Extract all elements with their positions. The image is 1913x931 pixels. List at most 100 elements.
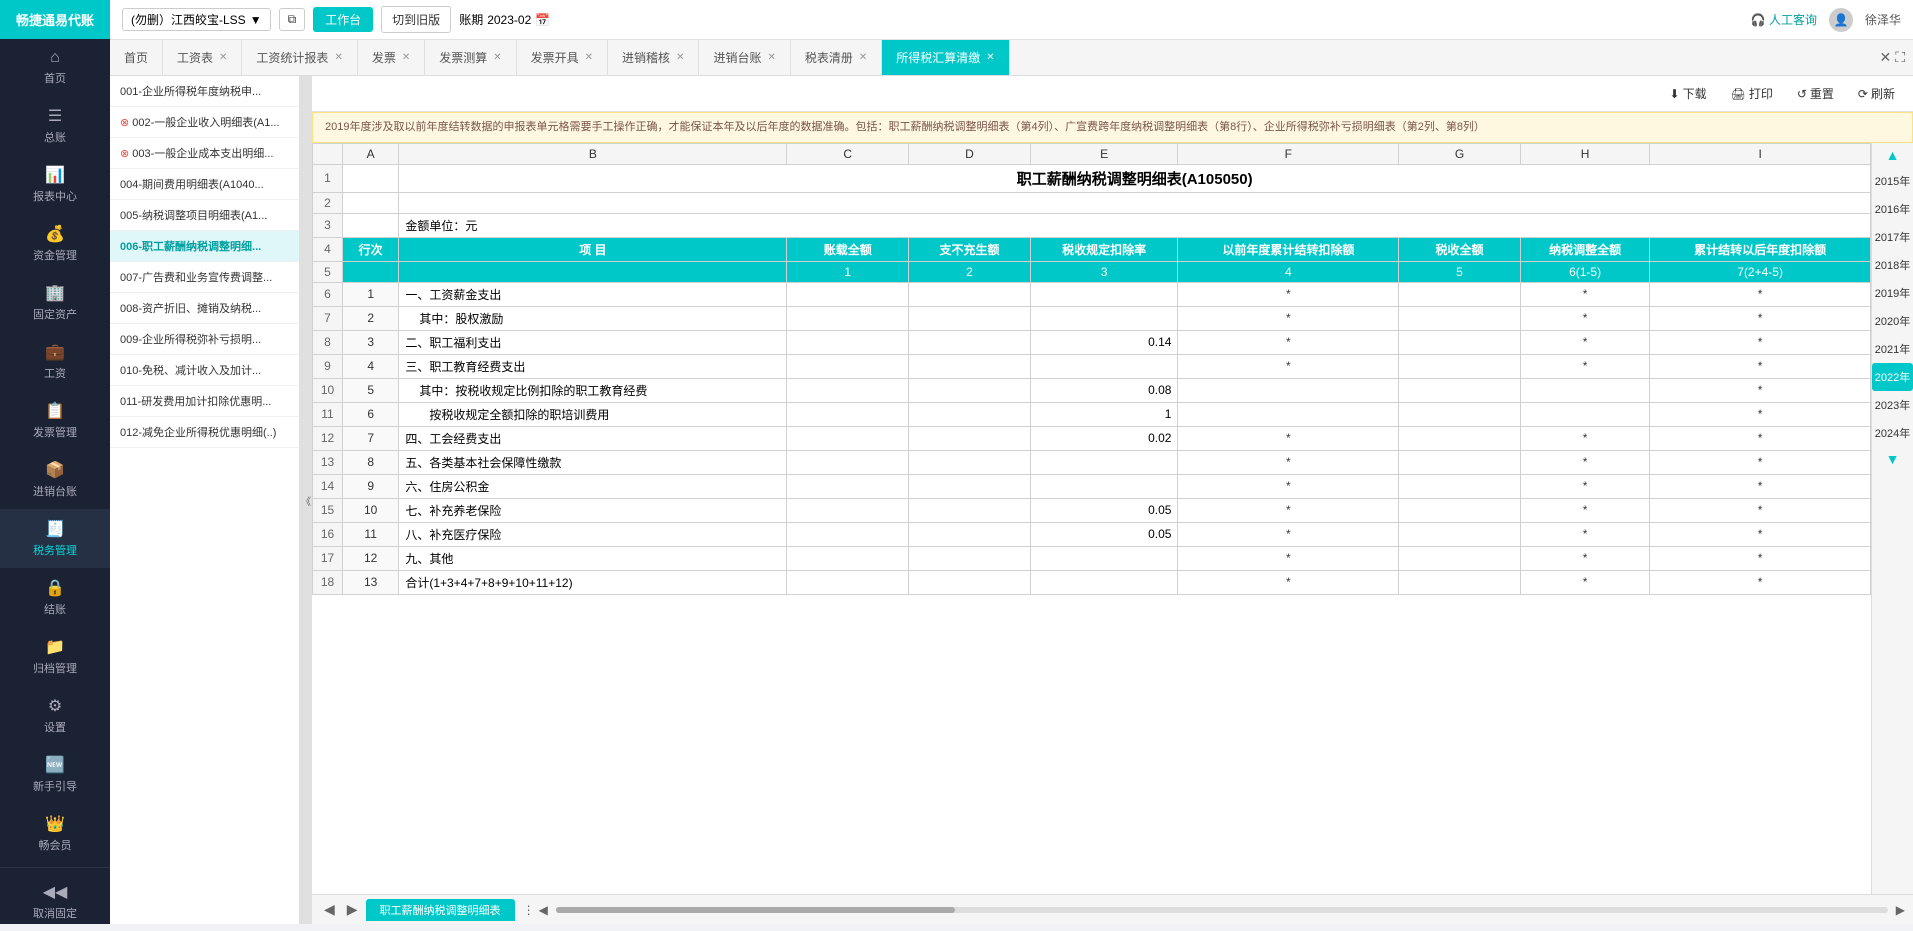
cell-i18[interactable]: * [1650,570,1871,594]
cell-f18[interactable]: * [1178,570,1399,594]
cell-c11[interactable] [787,402,909,426]
seq-16[interactable]: 11 [343,522,399,546]
cell-f13[interactable]: * [1178,450,1399,474]
cell-c7[interactable] [787,306,909,330]
sidebar-item-archive[interactable]: 📁 归档管理 [0,627,110,686]
cell-e14[interactable] [1030,474,1178,498]
tab-income-tax-close[interactable]: ✕ [986,52,994,63]
year-2015[interactable]: 2015年 [1872,167,1913,195]
print-button[interactable]: 🖨 打印 [1725,82,1779,105]
cell-d18[interactable] [909,570,1031,594]
spreadsheet-container[interactable]: A B C D E F G H I [312,143,1871,895]
tab-salary[interactable]: 工资表 ✕ [163,40,242,76]
cell-d15[interactable] [909,498,1031,522]
cell-g11[interactable] [1399,402,1521,426]
item-10[interactable]: 其中：按税收规定比例扣除的职工教育经费 [399,378,787,402]
year-up-button[interactable]: ▲ [1872,143,1913,167]
cell-i15[interactable]: * [1650,498,1871,522]
cell-c6[interactable] [787,282,909,306]
cell-e17[interactable] [1030,546,1178,570]
item-7[interactable]: 其中：股权激励 [399,306,787,330]
cell-b2-span[interactable] [399,192,1871,213]
item-12[interactable]: 四、工会经费支出 [399,426,787,450]
scroll-right-arrow[interactable]: ▶ [1896,903,1905,917]
cell-f6[interactable]: * [1178,282,1399,306]
tab-purchase-ledger-close[interactable]: ✕ [767,52,775,63]
tab-home[interactable]: 首页 [110,40,163,76]
cell-h16[interactable]: * [1520,522,1649,546]
tab-invoice-open[interactable]: 发票开具 ✕ [517,40,608,76]
sidebar-item-invoice-mgmt[interactable]: 📋 发票管理 [0,391,110,450]
cell-h9[interactable]: * [1520,354,1649,378]
year-2018[interactable]: 2018年 [1872,251,1913,279]
cell-e6[interactable] [1030,282,1178,306]
cell-g8[interactable] [1399,330,1521,354]
tab-invoice-close[interactable]: ✕ [402,52,410,63]
tab-salary-close[interactable]: ✕ [219,52,227,63]
year-2016[interactable]: 2016年 [1872,195,1913,223]
cell-c8[interactable] [787,330,909,354]
tab-invoice-open-close[interactable]: ✕ [585,52,593,63]
item-16[interactable]: 八、补充医疗保险 [399,522,787,546]
cell-c10[interactable] [787,378,909,402]
year-down-button[interactable]: ▼ [1872,447,1913,471]
cell-h11[interactable] [1520,402,1649,426]
seq-13[interactable]: 8 [343,450,399,474]
scroll-left-button[interactable]: ◀ [320,901,339,918]
cell-h13[interactable]: * [1520,450,1649,474]
cell-i17[interactable]: * [1650,546,1871,570]
cell-e8[interactable]: 0.14 [1030,330,1178,354]
cell-f10[interactable] [1178,378,1399,402]
cell-c18[interactable] [787,570,909,594]
cell-f17[interactable]: * [1178,546,1399,570]
company-selector[interactable]: (勿删）江西皎宝-LSS ▼ [122,8,271,31]
list-item-001[interactable]: 001-企业所得税年度纳税申... [110,76,299,107]
seq-8[interactable]: 3 [343,330,399,354]
cancel-fixed-button[interactable]: ◀◀ 取消固定 [0,872,110,931]
list-item-011[interactable]: 011-研发费用加计扣除优惠明... [110,386,299,417]
year-2022[interactable]: 2022年 [1872,363,1913,391]
user-name[interactable]: 徐泽华 [1865,11,1901,28]
list-item-007[interactable]: 007-广告费和业务宣传费调整... [110,262,299,293]
tab-salary-report-close[interactable]: ✕ [334,52,342,63]
cell-h18[interactable]: * [1520,570,1649,594]
tab-invoice[interactable]: 发票 ✕ [358,40,425,76]
cell-i6[interactable]: * [1650,282,1871,306]
cell-h8[interactable]: * [1520,330,1649,354]
cell-g17[interactable] [1399,546,1521,570]
sidebar-item-general-ledger[interactable]: ☰ 总账 [0,96,110,155]
sidebar-item-settings[interactable]: ⚙ 设置 [0,686,110,745]
period-selector[interactable]: 账期 2023-02 📅 [459,11,550,28]
seq-12[interactable]: 7 [343,426,399,450]
item-15[interactable]: 七、补充养老保险 [399,498,787,522]
download-button[interactable]: ⬇ 下载 [1664,82,1713,105]
item-11[interactable]: 按税收规定全额扣除的职培训费用 [399,402,787,426]
year-2019[interactable]: 2019年 [1872,279,1913,307]
cell-e13[interactable] [1030,450,1178,474]
cell-c12[interactable] [787,426,909,450]
cell-f12[interactable]: * [1178,426,1399,450]
year-2023[interactable]: 2023年 [1872,391,1913,419]
scroll-left-arrow[interactable]: ◀ [539,903,548,917]
list-item-010[interactable]: 010-免税、减计收入及加计... [110,355,299,386]
item-6[interactable]: 一、工资薪金支出 [399,282,787,306]
panel-collapse-handle[interactable]: 《 [300,76,312,924]
more-sheets-button[interactable]: ⋮ [523,903,535,917]
sidebar-item-member[interactable]: 👑 畅会员 [0,804,110,863]
sidebar-item-fixed-assets[interactable]: 🏢 固定资产 [0,273,110,332]
list-item-002[interactable]: ⊗002-一般企业收入明细表(A1... [110,107,299,138]
cell-e16[interactable]: 0.05 [1030,522,1178,546]
cell-f16[interactable]: * [1178,522,1399,546]
tab-tax-clear[interactable]: 税表清册 ✕ [791,40,882,76]
seq-6[interactable]: 1 [343,282,399,306]
item-14[interactable]: 六、住房公积金 [399,474,787,498]
sidebar-item-tax-mgmt[interactable]: 🧾 税务管理 [0,509,110,568]
cell-d12[interactable] [909,426,1031,450]
cell-g16[interactable] [1399,522,1521,546]
cell-h7[interactable]: * [1520,306,1649,330]
cell-g7[interactable] [1399,306,1521,330]
horizontal-scrollbar[interactable]: ◀ ▶ [539,903,1905,917]
cell-h6[interactable]: * [1520,282,1649,306]
cell-h15[interactable]: * [1520,498,1649,522]
cell-h17[interactable]: * [1520,546,1649,570]
